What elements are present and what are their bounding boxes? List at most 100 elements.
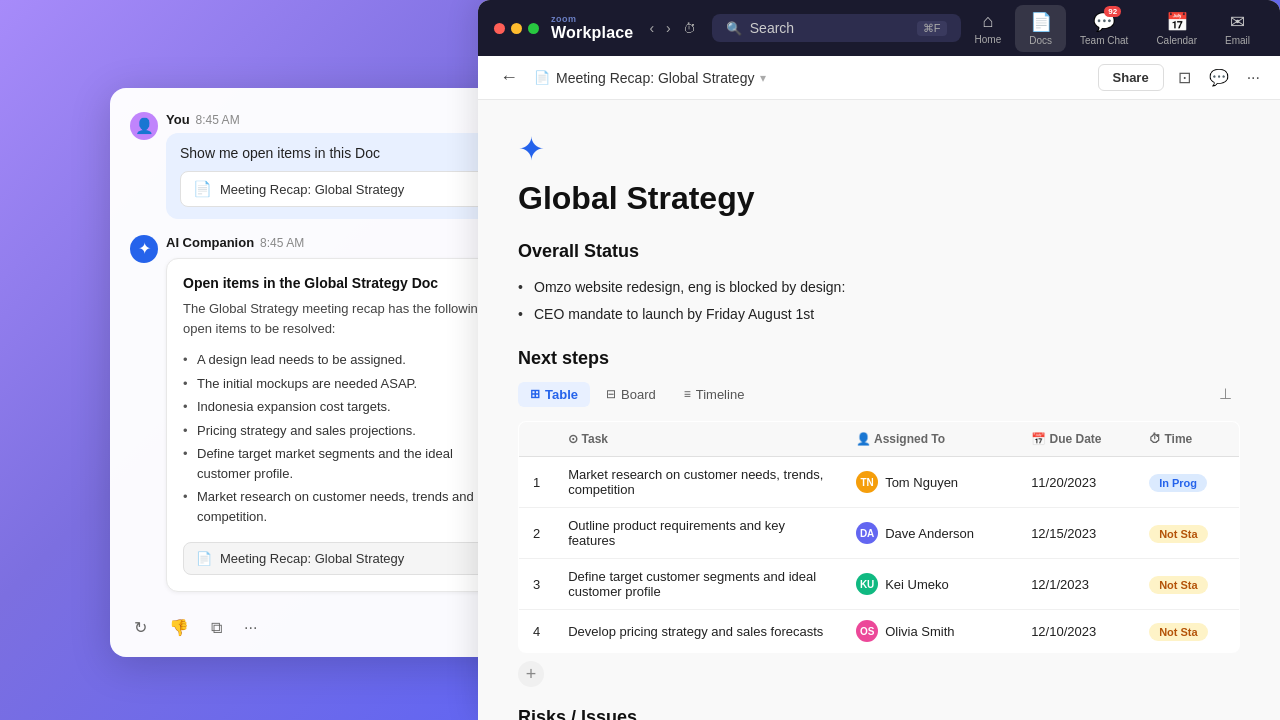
team-chat-icon: 💬 92 [1093,11,1115,33]
copy-button[interactable]: ⧉ [207,615,226,641]
table-icon: ⊞ [530,387,540,401]
ai-meta: AI Companion 8:45 AM [166,235,520,250]
table-row: 2 Outline product requirements and key f… [519,508,1240,559]
risks-section: Risks / Issues A design lead needs to be… [518,707,1240,720]
board-icon: ⊟ [606,387,616,401]
traffic-lights [494,23,539,34]
ai-bubble-title: Open items in the Global Strategy Doc [183,275,503,291]
breadcrumb: 📄 Meeting Recap: Global Strategy ▾ [534,70,766,86]
assignee-cell: TN Tom Nguyen [842,457,1017,508]
zoom-brand: zoom Workplace [551,14,633,42]
status-cell: In Prog [1135,457,1239,508]
overall-status-heading: Overall Status [518,241,1240,262]
user-message-row: 👤 You 8:45 AM Show me open items in this… [130,112,520,219]
status-badge: Not Sta [1149,623,1208,641]
task-cell: Define target customer segments and idea… [554,559,842,610]
more-options-button[interactable]: ··· [1243,65,1264,91]
more-button[interactable]: ··· [240,615,261,641]
status-cell: Not Sta [1135,610,1239,653]
table-row: 4 Develop pricing strategy and sales for… [519,610,1240,653]
chevron-down-icon: ▾ [760,71,766,85]
nav-forward-button[interactable]: › [660,16,677,40]
toolbar-right: Share ⊡ 💬 ··· [1098,64,1264,91]
assignee-cell: KU Kei Umeko [842,559,1017,610]
minimize-traffic-light[interactable] [511,23,522,34]
fullscreen-traffic-light[interactable] [528,23,539,34]
assignee-cell: DA Dave Anderson [842,508,1017,559]
col-header-num [519,422,555,457]
nav-docs[interactable]: 📄 Docs [1015,5,1066,52]
thumbs-down-button[interactable]: 👎 [165,614,193,641]
row-number: 1 [519,457,555,508]
ai-doc-icon: 📄 [196,551,212,566]
nav-calendar[interactable]: 📅 Calendar [1142,5,1211,52]
ai-star-icon: ✦ [138,241,151,257]
doc-toolbar: ← 📄 Meeting Recap: Global Strategy ▾ Sha… [478,56,1280,100]
doc-icon: 📄 [193,180,212,198]
risks-heading: Risks / Issues [518,707,1240,720]
nav-icons: ⌂ Home 📄 Docs 💬 92 Team Chat 📅 Calendar … [961,5,1264,52]
user-avatar: 👤 [130,112,158,140]
assignee-avatar: OS [856,620,878,642]
list-item: Omzo website redesign, eng is blocked by… [518,274,1240,301]
board-view-tab[interactable]: ⊟ Board [594,382,668,407]
time-col-icon: ⏱ [1149,432,1161,446]
assignee-avatar: KU [856,573,878,595]
row-number: 3 [519,559,555,610]
ai-star-large-icon: ✦ [518,130,1240,168]
doc-content[interactable]: ✦ Global Strategy Overall Status Omzo we… [478,100,1280,720]
overall-status-list: Omzo website redesign, eng is blocked by… [518,274,1240,328]
task-cell: Market research on customer needs, trend… [554,457,842,508]
chat-panel: 👤 You 8:45 AM Show me open items in this… [110,88,540,657]
action-bar: ↻ 👎 ⧉ ··· [130,606,520,641]
status-badge: In Prog [1149,474,1207,492]
list-item: CEO mandate to launch by Friday August 1… [518,301,1240,328]
status-badge: Not Sta [1149,525,1208,543]
zoom-workplace: Workplace [551,24,633,42]
add-row-button[interactable]: + [518,661,544,687]
timeline-view-tab[interactable]: ≡ Timeline [672,382,757,407]
ai-avatar: ✦ [130,235,158,263]
assignee-cell: OS Olivia Smith [842,610,1017,653]
ai-doc-ref: 📄 Meeting Recap: Global Strategy [183,542,503,575]
share-button[interactable]: Share [1098,64,1164,91]
nav-back-button[interactable]: ‹ [643,16,660,40]
assignee-name: Dave Anderson [885,526,974,541]
ai-time: 8:45 AM [260,236,304,250]
nav-home[interactable]: ⌂ Home [961,5,1016,51]
ai-doc-ref-label: Meeting Recap: Global Strategy [220,551,404,566]
email-icon: ✉ [1230,11,1245,33]
history-button[interactable]: ⏱ [677,17,702,40]
list-item: Pricing strategy and sales projections. [183,419,503,443]
zoom-panel: zoom Workplace ‹ › ⏱ 🔍 Search ⌘F ⌂ Home … [478,0,1280,720]
nav-team-chat[interactable]: 💬 92 Team Chat [1066,5,1142,52]
search-icon: 🔍 [726,21,742,36]
filter-button[interactable]: ⊥ [1211,381,1240,407]
status-cell: Not Sta [1135,508,1239,559]
home-icon: ⌂ [982,11,993,32]
close-traffic-light[interactable] [494,23,505,34]
table-row: 3 Define target customer segments and id… [519,559,1240,610]
user-meta: You 8:45 AM [166,112,520,127]
nav-email[interactable]: ✉ Email [1211,5,1264,52]
col-header-due: 📅 Due Date [1017,422,1135,457]
col-header-time: ⏱ Time [1135,422,1239,457]
back-button[interactable]: ← [494,65,524,90]
refresh-button[interactable]: ↻ [130,614,151,641]
search-text: Search [750,20,909,36]
assignee-name: Kei Umeko [885,577,949,592]
zoom-label: zoom [551,14,633,24]
table-view-tab[interactable]: ⊞ Table [518,382,590,407]
timeline-icon: ≡ [684,387,691,401]
chat-button[interactable]: 💬 [1205,64,1233,91]
ai-bubble-intro: The Global Strategy meeting recap has th… [183,299,503,338]
list-item: The initial mockups are needed ASAP. [183,372,503,396]
row-number: 2 [519,508,555,559]
task-cell: Outline product requirements and key fea… [554,508,842,559]
user-doc-ref: 📄 Meeting Recap: Global Strategy [180,171,506,207]
user-message-text: Show me open items in this Doc [180,145,506,161]
calendar-icon: 📅 [1166,11,1188,33]
view-mode-button[interactable]: ⊡ [1174,64,1195,91]
search-box[interactable]: 🔍 Search ⌘F [712,14,961,42]
status-badge: Not Sta [1149,576,1208,594]
